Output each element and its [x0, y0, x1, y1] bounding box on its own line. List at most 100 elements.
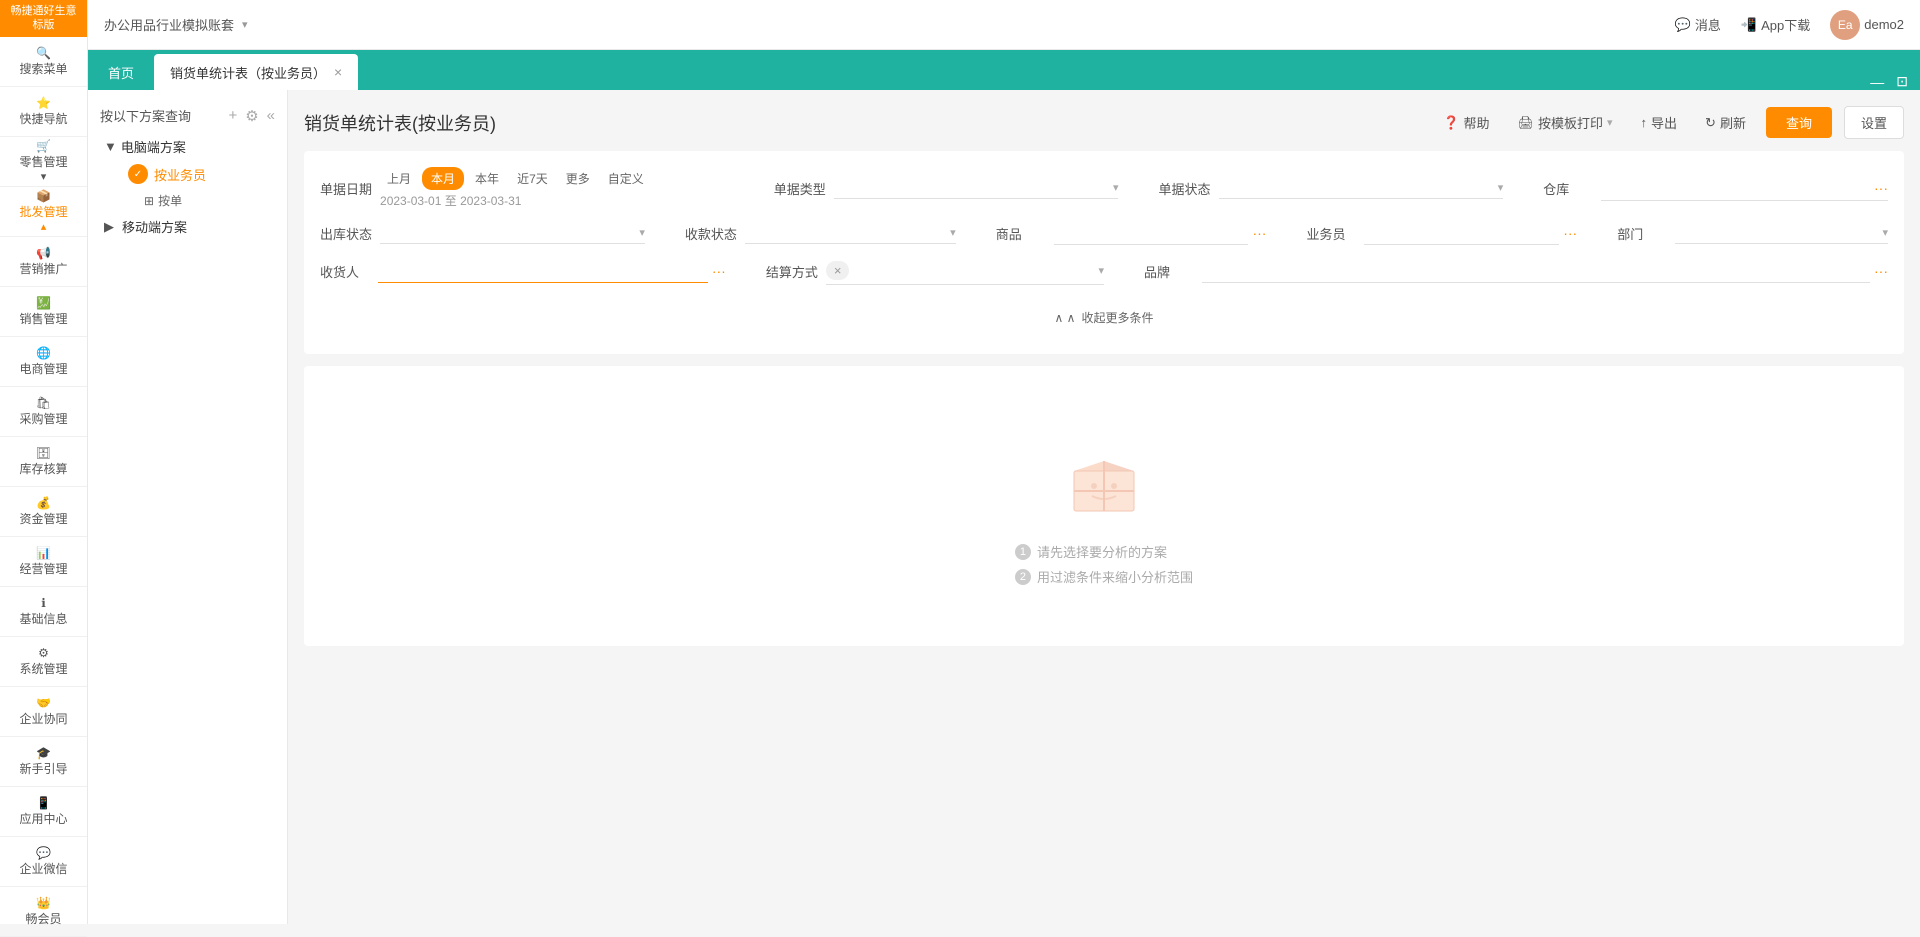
- filter-item-brand: 品牌 ···: [1144, 259, 1888, 283]
- settlement-tag-x[interactable]: ×: [834, 263, 842, 278]
- filter-item-consignee: 收货人 ···: [320, 259, 726, 283]
- content-area: 按以下方案查询 + ⚙ « ▼ 电脑端方案 ✓ 按业务员 ⊞ 按单: [88, 90, 1920, 924]
- brand-input[interactable]: [1202, 259, 1870, 283]
- tab-home[interactable]: 首页: [88, 54, 154, 90]
- topbar-left: 办公用品行业模拟账套 ▾: [104, 15, 248, 34]
- doc-status-select[interactable]: ▾: [1219, 177, 1504, 199]
- date-btn-7days[interactable]: 近7天: [510, 167, 555, 190]
- logo-area[interactable]: 畅捷通好生意 标版: [0, 0, 87, 37]
- filter-item-out-status: 出库状态 ▾: [320, 222, 645, 244]
- sidebar-item-marketing[interactable]: 📢 营销推广: [0, 237, 87, 287]
- inventory-icon: 🗄: [36, 446, 51, 460]
- out-status-select[interactable]: ▾: [380, 222, 645, 244]
- date-label: 单据日期: [320, 179, 372, 198]
- sidebar-item-operations[interactable]: 📊 经营管理: [0, 537, 87, 587]
- sidebar-item-member[interactable]: 👑 畅会员: [0, 887, 87, 937]
- tab-expand-icon[interactable]: ⊡: [1896, 73, 1908, 90]
- sidebar-item-newbie[interactable]: 🎓 新手引导: [0, 737, 87, 787]
- active-scheme-dot: ✓: [128, 164, 148, 184]
- left-panel-icons: + ⚙ «: [228, 107, 275, 125]
- app-download-button[interactable]: 📲 App下载: [1741, 15, 1810, 34]
- print-button[interactable]: 🖨 按模板打印 ▾: [1509, 109, 1620, 136]
- salesperson-ellipsis[interactable]: ···: [1563, 225, 1577, 241]
- chevron-down-icon: ▾: [41, 170, 47, 183]
- tab-active[interactable]: 销货单统计表（按业务员） ×: [154, 54, 358, 90]
- brand-ellipsis[interactable]: ···: [1874, 263, 1888, 279]
- goods-ellipsis[interactable]: ···: [1252, 225, 1266, 241]
- warehouse-ellipsis[interactable]: ···: [1874, 180, 1888, 196]
- goods-input[interactable]: [1054, 221, 1249, 245]
- scheme-parent-pc[interactable]: ▼ 电脑端方案: [96, 133, 279, 160]
- collect-status-chevron: ▾: [950, 226, 956, 239]
- doc-type-select[interactable]: ▾: [834, 177, 1119, 199]
- settlement-chevron: ▾: [1098, 264, 1104, 277]
- scheme-parent-mobile-label: 移动端方案: [122, 217, 187, 236]
- tab-minimize-icon[interactable]: —: [1870, 74, 1884, 90]
- salesperson-input[interactable]: [1364, 221, 1559, 245]
- finance-icon: 💰: [36, 496, 51, 510]
- query-button[interactable]: 查询: [1766, 107, 1832, 138]
- sidebar-item-apps[interactable]: 📱 应用中心: [0, 787, 87, 837]
- download-icon: 📲: [1741, 17, 1757, 33]
- help-button[interactable]: ❓ 帮助: [1435, 109, 1497, 136]
- sidebar-item-retail[interactable]: 🛒 零售管理 ▾: [0, 137, 87, 187]
- search-icon: 🔍: [36, 46, 51, 60]
- scheme-parent-label: 电脑端方案: [121, 137, 186, 156]
- sidebar-item-quick-nav[interactable]: ⭐ 快捷导航: [0, 87, 87, 137]
- mobile-expand-icon: ▶: [104, 219, 114, 235]
- collapse-panel-icon[interactable]: «: [267, 107, 275, 125]
- date-btn-current-month[interactable]: 本月: [422, 167, 464, 190]
- sidebar-item-system[interactable]: ⚙ 系统管理: [0, 637, 87, 687]
- tip-num-1: 1: [1015, 544, 1031, 560]
- settlement-clear-tag: ×: [826, 261, 850, 280]
- collect-status-label: 收款状态: [685, 224, 737, 243]
- settings-scheme-icon[interactable]: ⚙: [245, 107, 258, 125]
- date-btn-last-month[interactable]: 上月: [380, 167, 418, 190]
- goods-label: 商品: [996, 224, 1046, 243]
- user-menu[interactable]: Ea demo2: [1830, 10, 1904, 40]
- filter-row-3: 收货人 ··· 结算方式 × ▾: [320, 257, 1888, 285]
- sidebar-item-search[interactable]: 🔍 搜索菜单: [0, 37, 87, 87]
- sidebar-item-purchase[interactable]: 🛍 采购管理: [0, 387, 87, 437]
- app-name-dropdown-icon[interactable]: ▾: [242, 18, 248, 31]
- tabbar-actions: — ⊡: [1870, 73, 1920, 90]
- print-icon: 🖨: [1517, 115, 1534, 131]
- collapse-button[interactable]: ∧ ∧ 收起更多条件: [320, 301, 1888, 334]
- scheme-parent-mobile[interactable]: ▶ 移动端方案: [96, 213, 279, 240]
- scheme-parent-triangle: ▼: [104, 139, 117, 154]
- sidebar-item-inventory[interactable]: 🗄 库存核算: [0, 437, 87, 487]
- sidebar-item-ecommerce[interactable]: 🌐 电商管理: [0, 337, 87, 387]
- chevron-up-icon: ▴: [41, 220, 47, 233]
- scheme-child-salesperson[interactable]: ✓ 按业务员: [96, 160, 279, 188]
- main-area: 办公用品行业模拟账套 ▾ 💬 消息 📲 App下载 Ea demo2 首页: [88, 0, 1920, 924]
- sidebar-item-sales[interactable]: 💹 销售管理: [0, 287, 87, 337]
- setting-button[interactable]: 设置: [1844, 106, 1904, 139]
- export-button[interactable]: ↑ 导出: [1633, 109, 1686, 136]
- filter-item-collect-status: 收款状态 ▾: [685, 222, 956, 244]
- print-dropdown-icon[interactable]: ▾: [1607, 116, 1613, 129]
- dept-select[interactable]: ▾: [1675, 222, 1888, 244]
- add-scheme-icon[interactable]: +: [228, 107, 237, 125]
- date-btn-more[interactable]: 更多: [559, 167, 597, 190]
- dept-label: 部门: [1617, 224, 1667, 243]
- date-btn-custom[interactable]: 自定义: [601, 167, 651, 190]
- left-panel-header: 按以下方案查询 + ⚙ «: [88, 102, 287, 133]
- scheme-sub-child-by-order[interactable]: ⊞ 按单: [96, 188, 279, 213]
- consignee-input[interactable]: [378, 259, 708, 283]
- date-btn-current-year[interactable]: 本年: [468, 167, 506, 190]
- message-button[interactable]: 💬 消息: [1675, 15, 1721, 34]
- sidebar-item-basic[interactable]: ℹ 基础信息: [0, 587, 87, 637]
- settlement-select[interactable]: × ▾: [826, 257, 1104, 285]
- sidebar-item-finance[interactable]: 💰 资金管理: [0, 487, 87, 537]
- sidebar-item-enterprise[interactable]: 🤝 企业协同: [0, 687, 87, 737]
- collect-status-select[interactable]: ▾: [745, 222, 956, 244]
- sidebar-item-wholesale[interactable]: 📦 批发管理 ▴: [0, 187, 87, 237]
- member-icon: 👑: [36, 896, 51, 910]
- purchase-icon: 🛍: [36, 396, 51, 410]
- consignee-ellipsis[interactable]: ···: [712, 263, 726, 279]
- warehouse-select[interactable]: ···: [1601, 176, 1888, 201]
- refresh-button[interactable]: ↻ 刷新: [1697, 109, 1754, 136]
- tab-close-icon[interactable]: ×: [334, 64, 342, 80]
- sidebar-item-wechat[interactable]: 💬 企业微信: [0, 837, 87, 887]
- message-icon: 💬: [1675, 17, 1691, 33]
